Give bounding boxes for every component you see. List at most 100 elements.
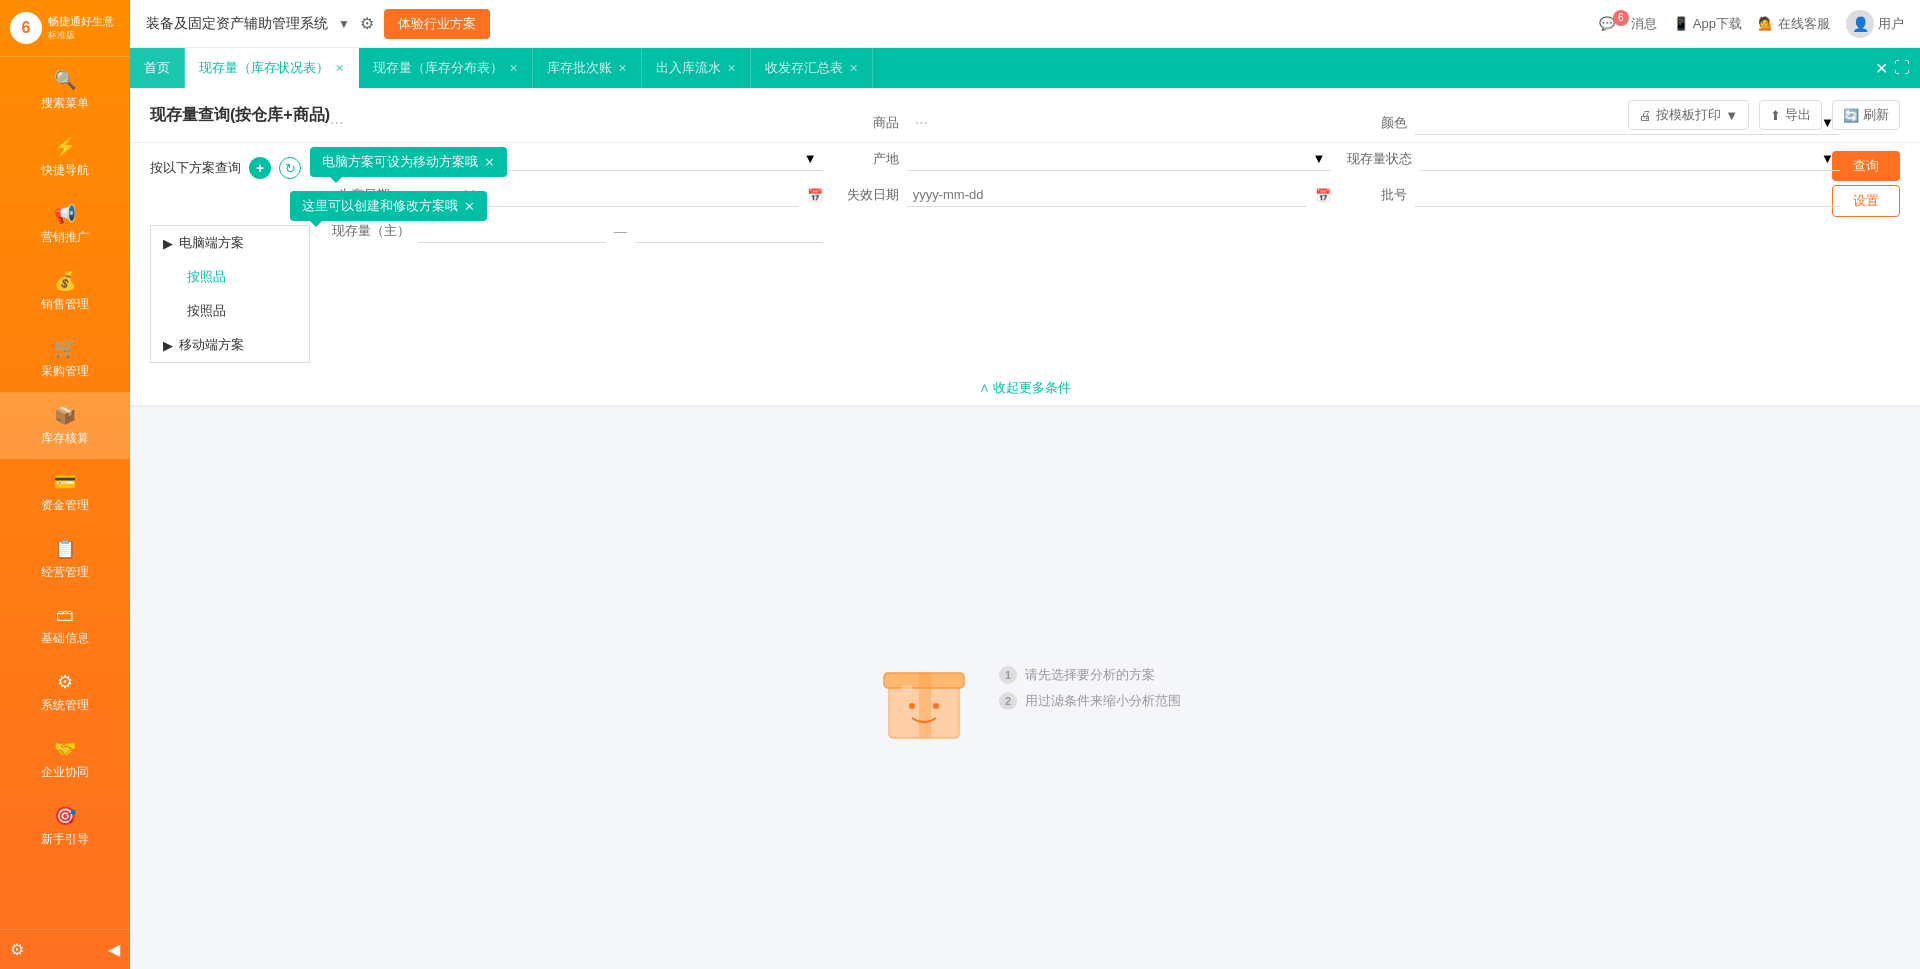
schema-sub2-label: 按照品: [187, 302, 226, 320]
sidebar-item-purchase[interactable]: 🛒 采购管理: [0, 325, 130, 392]
sidebar-item-base[interactable]: 🗃 基础信息: [0, 593, 130, 659]
sidebar-item-search[interactable]: 🔍 搜索菜单: [0, 57, 130, 124]
tab-inventory-dist[interactable]: 现存量（库存分布表） ✕: [359, 48, 533, 88]
avatar: 👤: [1846, 10, 1874, 38]
sidebar-item-system[interactable]: ⚙ 系统管理: [0, 659, 130, 726]
messages-label: 消息: [1631, 15, 1657, 33]
tab-inventory-status[interactable]: 现存量（库存状况表） ✕: [185, 48, 359, 88]
online-support-item[interactable]: 💁 在线客服: [1758, 15, 1830, 33]
tab-home[interactable]: 首页: [130, 48, 185, 88]
svg-point-5: [901, 685, 913, 691]
refresh-icon: 🔄: [1843, 108, 1859, 123]
tab-inventory-dist-close[interactable]: ✕: [509, 62, 518, 75]
tab-close-all-icon[interactable]: ✕: [1875, 59, 1888, 78]
sidebar-item-sales[interactable]: 💰 销售管理: [0, 258, 130, 325]
collapse-bar[interactable]: ∧ 收起更多条件: [130, 371, 1920, 406]
goods-dots[interactable]: ···: [915, 114, 928, 132]
sidebar-item-label-quick-nav: 快捷导航: [41, 162, 89, 179]
filter-row-1: ··· 商品 ··· 颜色 ▼: [330, 111, 1840, 135]
tab-inventory-status-close[interactable]: ✕: [335, 62, 344, 75]
filter-field-exp-date: 失效日期 📅: [839, 183, 1332, 207]
tab-in-out-flow-close[interactable]: ✕: [727, 62, 736, 75]
stock-status-select[interactable]: ▼: [1420, 147, 1840, 171]
mfg-date-icon[interactable]: 📅: [807, 188, 823, 203]
phone-icon: 📱: [1673, 16, 1689, 31]
stock-status-label: 现存量状态: [1347, 150, 1412, 168]
tab-batch-ledger-label: 库存批次账: [547, 59, 612, 77]
sidebar-item-quick-nav[interactable]: ⚡ 快捷导航: [0, 124, 130, 191]
logo-icon: 6: [10, 12, 42, 44]
tab-batch-ledger-close[interactable]: ✕: [618, 62, 627, 75]
batch-input[interactable]: [1415, 183, 1840, 207]
origin-select[interactable]: ▼: [907, 147, 1332, 171]
filter-refresh-btn[interactable]: ↻: [279, 157, 301, 179]
tab-collect-send[interactable]: 收发存汇总表 ✕: [751, 48, 873, 88]
search-button[interactable]: 查询: [1832, 151, 1900, 181]
range-separator: —: [614, 224, 627, 239]
tab-in-out-flow[interactable]: 出入库流水 ✕: [642, 48, 751, 88]
sidebar-item-operations[interactable]: 📋 经营管理: [0, 526, 130, 593]
tab-home-label: 首页: [144, 59, 170, 77]
filter-row-3: 生产日期 📅 失效日期 📅: [330, 183, 1840, 207]
header-right: 💬 6 消息 📱 App下载 💁 在线客服 👤 用户: [1599, 10, 1904, 38]
sidebar-collapse-icon[interactable]: ◀: [108, 940, 120, 959]
filter-field-color: 颜色 ▼: [1347, 111, 1840, 135]
exp-date-label: 失效日期: [839, 186, 899, 204]
filter-add-btn[interactable]: +: [249, 157, 271, 179]
tooltip-create-schema-close[interactable]: ✕: [464, 199, 475, 214]
exp-date-start[interactable]: [907, 183, 1308, 207]
empty-illustration: [869, 638, 969, 738]
sidebar-item-label-marketing: 营销推广: [41, 229, 89, 246]
top-header: 装备及固定资产辅助管理系统 ▼ ⚙ 体验行业方案 💬 6 消息 📱 App下载 …: [130, 0, 1920, 48]
empty-tip-1: 1 请先选择要分析的方案: [999, 666, 1181, 684]
system-dropdown-icon[interactable]: ▼: [338, 17, 350, 31]
messages-item[interactable]: 💬 6 消息: [1599, 15, 1657, 33]
color-select[interactable]: ▼: [1415, 111, 1840, 135]
tooltip-schema-close[interactable]: ✕: [484, 155, 495, 170]
logo-text: 畅捷通好生意: [48, 14, 114, 28]
schema-tree-item-sub1[interactable]: 按照品: [175, 260, 309, 294]
tab-collect-send-close[interactable]: ✕: [849, 62, 858, 75]
system-icon: ⚙: [57, 671, 73, 693]
sidebar-item-guide[interactable]: 🎯 新手引导: [0, 793, 130, 860]
tab-inventory-dist-label: 现存量（库存分布表）: [373, 59, 503, 77]
warehouse-dots[interactable]: ···: [330, 114, 343, 132]
header-settings-icon[interactable]: ⚙: [360, 14, 374, 33]
color-dropdown-icon: ▼: [1821, 115, 1834, 130]
sidebar-item-marketing[interactable]: 📢 营销推广: [0, 191, 130, 258]
search-icon: 🔍: [54, 69, 76, 91]
sidebar-item-label-system: 系统管理: [41, 697, 89, 714]
app-download-item[interactable]: 📱 App下载: [1673, 15, 1742, 33]
enterprise-icon: 🤝: [54, 738, 76, 760]
refresh-button[interactable]: 🔄 刷新: [1832, 100, 1900, 130]
filter-field-stock-qty: 现存量（主） —: [330, 219, 823, 243]
tab-in-out-flow-label: 出入库流水: [656, 59, 721, 77]
schema-tree-item-mobile[interactable]: ▶ 移动端方案: [151, 328, 309, 362]
sidebar-item-inventory[interactable]: 📦 库存核算: [0, 392, 130, 459]
tab-fullscreen-icon[interactable]: ⛶: [1894, 59, 1910, 77]
tab-batch-ledger[interactable]: 库存批次账 ✕: [533, 48, 642, 88]
sidebar-item-finance[interactable]: 💳 资金管理: [0, 459, 130, 526]
svg-rect-2: [919, 673, 931, 738]
filter-field-warehouse: ···: [330, 114, 823, 132]
filter-fields: ··· 商品 ··· 颜色 ▼: [330, 111, 1840, 243]
empty-num-2: 2: [999, 692, 1017, 710]
exp-date-icon[interactable]: 📅: [1315, 188, 1331, 203]
sidebar-logo[interactable]: 6 畅捷通好生意 标准版: [0, 0, 130, 57]
sales-icon: 💰: [54, 270, 76, 292]
system-title: 装备及固定资产辅助管理系统: [146, 15, 328, 33]
sidebar-item-label-purchase: 采购管理: [41, 363, 89, 380]
schema-tree-item-sub2[interactable]: 按照品: [175, 294, 309, 328]
user-item[interactable]: 👤 用户: [1846, 10, 1904, 38]
sidebar-item-label-sales: 销售管理: [41, 296, 89, 313]
messages-badge: 6: [1613, 10, 1629, 26]
stock-status-dropdown-icon: ▼: [1821, 151, 1834, 166]
sidebar-item-enterprise[interactable]: 🤝 企业协同: [0, 726, 130, 793]
stock-qty-max[interactable]: [635, 219, 823, 243]
industry-btn[interactable]: 体验行业方案: [384, 9, 490, 39]
schema-tree-item-desktop[interactable]: ▶ 电脑端方案: [151, 226, 309, 260]
stock-qty-min[interactable]: [418, 219, 606, 243]
tab-collect-send-label: 收发存汇总表: [765, 59, 843, 77]
filter-row-4: 现存量（主） —: [330, 219, 1840, 243]
sidebar-settings-icon[interactable]: ⚙: [10, 940, 24, 959]
